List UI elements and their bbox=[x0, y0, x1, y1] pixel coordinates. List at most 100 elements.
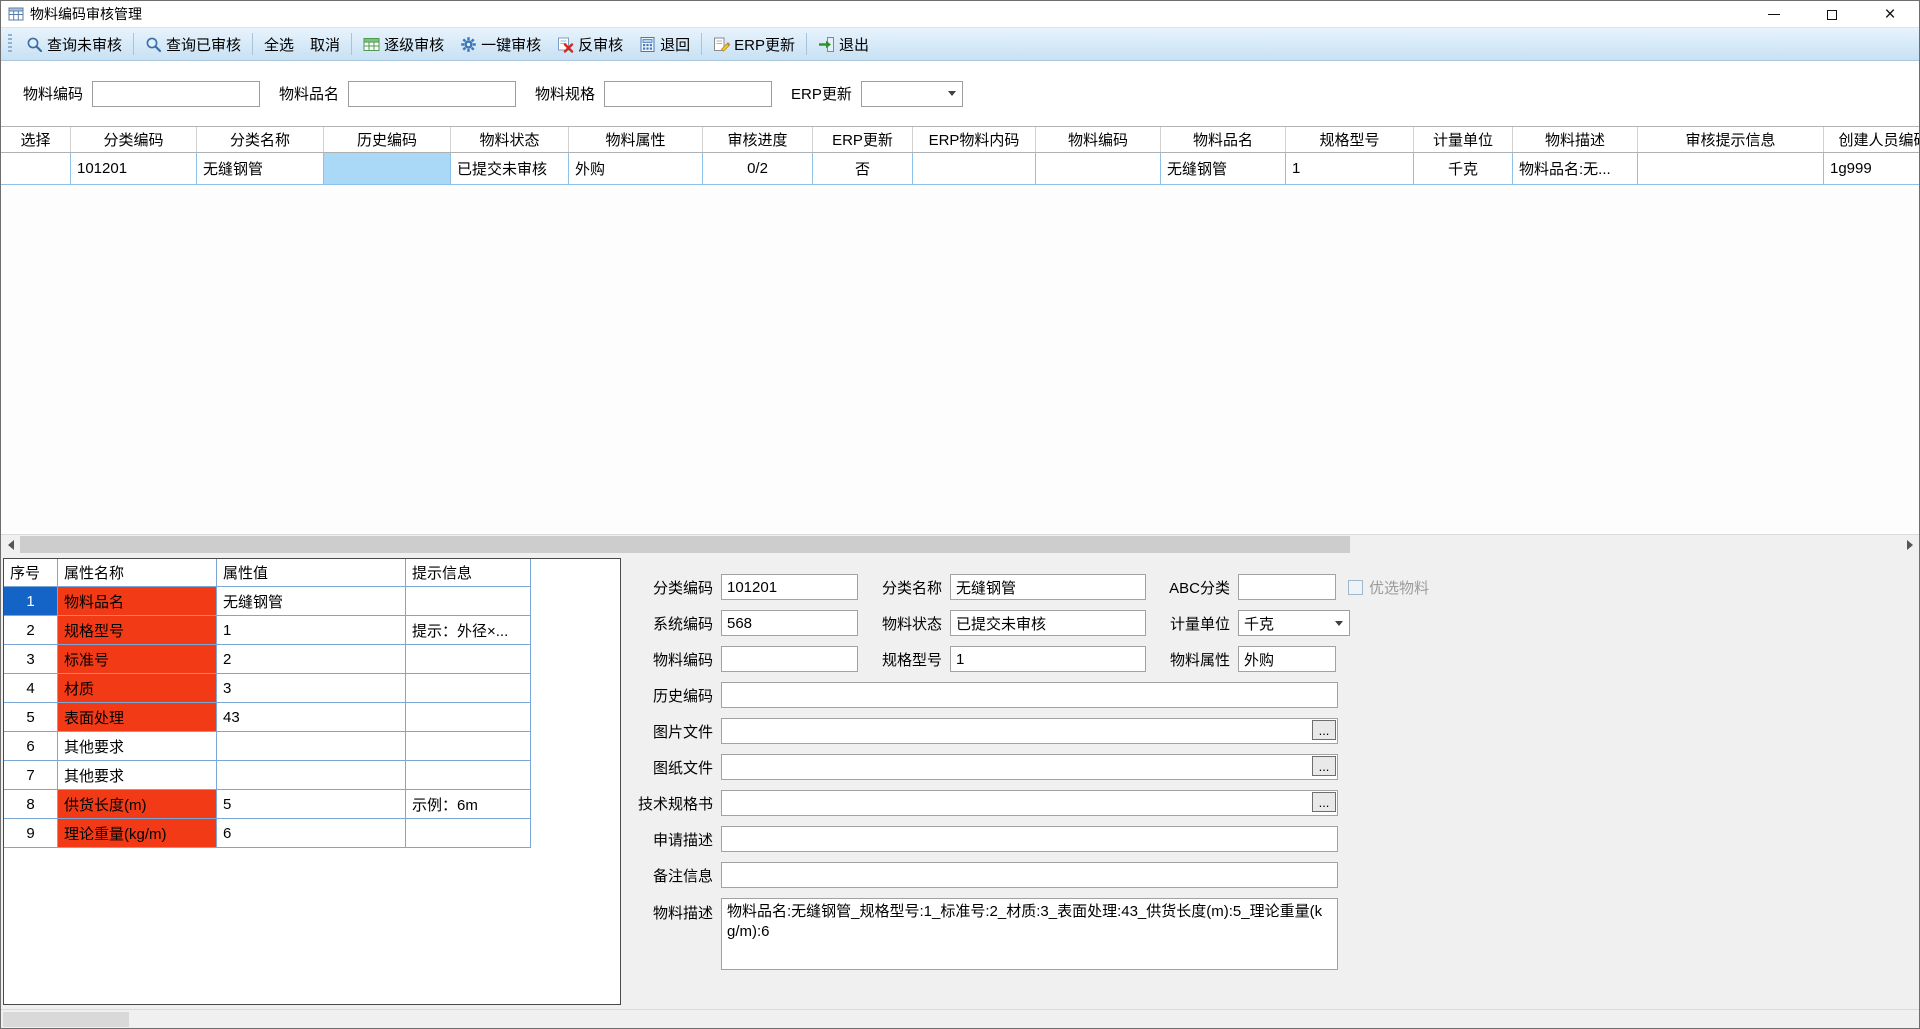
attr-hint-cell[interactable] bbox=[406, 587, 531, 616]
material-code-field[interactable] bbox=[721, 646, 858, 672]
minimize-button[interactable] bbox=[1745, 1, 1803, 28]
attr-name-cell[interactable]: 供货长度(m) bbox=[58, 790, 217, 819]
chevron-down-icon[interactable] bbox=[942, 82, 961, 105]
material-name-search-input[interactable] bbox=[348, 80, 517, 107]
grid-column-header[interactable]: 创建人员编码 bbox=[1824, 127, 1919, 152]
attr-name-cell[interactable]: 物料品名 bbox=[58, 587, 217, 616]
grid-cell[interactable]: 否 bbox=[813, 153, 913, 184]
return-button[interactable]: 退回 bbox=[631, 30, 698, 59]
grid-column-header[interactable]: 物料状态 bbox=[451, 127, 569, 152]
attr-row[interactable]: 6 其他要求 bbox=[4, 732, 620, 761]
chevron-down-icon[interactable] bbox=[1330, 612, 1348, 634]
grid-column-header[interactable]: 物料属性 bbox=[569, 127, 703, 152]
grid-column-header[interactable]: 选择 bbox=[1, 127, 71, 152]
grid-cell[interactable]: 无缝钢管 bbox=[197, 153, 324, 184]
attr-name-cell[interactable]: 标准号 bbox=[58, 645, 217, 674]
image-file-field[interactable] bbox=[721, 718, 1338, 744]
grid-column-header[interactable]: 物料描述 bbox=[1513, 127, 1638, 152]
material-spec-search-input[interactable] bbox=[604, 80, 773, 107]
attr-row-number[interactable]: 1 bbox=[4, 587, 58, 616]
unit-select[interactable]: 千克 bbox=[1238, 610, 1350, 636]
attr-value-cell[interactable]: 43 bbox=[217, 703, 406, 732]
attr-row-number[interactable]: 5 bbox=[4, 703, 58, 732]
attr-value-cell[interactable]: 1 bbox=[217, 616, 406, 645]
attr-row[interactable]: 3 标准号 2 bbox=[4, 645, 620, 674]
cancel-button[interactable]: 取消 bbox=[302, 30, 348, 59]
grid-column-header[interactable]: 历史编码 bbox=[324, 127, 451, 152]
drawing-file-browse-button[interactable]: ... bbox=[1312, 756, 1336, 776]
attr-value-cell[interactable] bbox=[217, 761, 406, 790]
grid-horizontal-scrollbar[interactable] bbox=[1, 534, 1919, 553]
attr-name-cell[interactable]: 其他要求 bbox=[58, 732, 217, 761]
grid-column-header[interactable]: 审核提示信息 bbox=[1638, 127, 1824, 152]
category-code-field[interactable] bbox=[721, 574, 858, 600]
spec-model-field[interactable] bbox=[950, 646, 1146, 672]
grid-cell[interactable] bbox=[913, 153, 1036, 184]
grid-cell[interactable]: 已提交未审核 bbox=[451, 153, 569, 184]
attr-row-number[interactable]: 7 bbox=[4, 761, 58, 790]
attr-row-number[interactable]: 2 bbox=[4, 616, 58, 645]
attr-name-cell[interactable]: 其他要求 bbox=[58, 761, 217, 790]
attr-value-cell[interactable]: 3 bbox=[217, 674, 406, 703]
grid-column-header[interactable]: 审核进度 bbox=[703, 127, 813, 152]
scroll-left-icon[interactable] bbox=[1, 535, 20, 554]
image-file-browse-button[interactable]: ... bbox=[1312, 720, 1336, 740]
attr-row[interactable]: 4 材质 3 bbox=[4, 674, 620, 703]
attr-row[interactable]: 9 理论重量(kg/m) 6 bbox=[4, 819, 620, 848]
attr-hint-cell[interactable] bbox=[406, 732, 531, 761]
select-all-button[interactable]: 全选 bbox=[256, 30, 302, 59]
stepwise-audit-button[interactable]: 逐级审核 bbox=[355, 30, 452, 59]
grid-cell[interactable] bbox=[1638, 153, 1824, 184]
grid-column-header[interactable]: ERP物料内码 bbox=[913, 127, 1036, 152]
scrollbar-thumb[interactable] bbox=[20, 536, 1350, 553]
attr-value-cell[interactable]: 5 bbox=[217, 790, 406, 819]
attr-row-number[interactable]: 3 bbox=[4, 645, 58, 674]
attr-value-cell[interactable] bbox=[217, 732, 406, 761]
attr-hint-cell[interactable]: 提示：外径×... bbox=[406, 616, 531, 645]
grid-cell[interactable]: 物料品名:无... bbox=[1513, 153, 1638, 184]
category-name-field[interactable] bbox=[950, 574, 1146, 600]
query-unaudited-button[interactable]: 查询未审核 bbox=[18, 30, 130, 59]
erp-update-select[interactable] bbox=[860, 80, 963, 107]
attr-name-cell[interactable]: 表面处理 bbox=[58, 703, 217, 732]
close-button[interactable]: × bbox=[1861, 1, 1919, 28]
grid-column-header[interactable]: 物料编码 bbox=[1036, 127, 1161, 152]
drawing-file-field[interactable] bbox=[721, 754, 1338, 780]
attr-row[interactable]: 5 表面处理 43 bbox=[4, 703, 620, 732]
grid-cell[interactable]: 千克 bbox=[1414, 153, 1513, 184]
one-click-audit-button[interactable]: 一键审核 bbox=[452, 30, 549, 59]
grid-cell[interactable]: 无缝钢管 bbox=[1161, 153, 1286, 184]
attr-hint-cell[interactable] bbox=[406, 674, 531, 703]
attr-hint-cell[interactable] bbox=[406, 703, 531, 732]
attr-row[interactable]: 7 其他要求 bbox=[4, 761, 620, 790]
query-audited-button[interactable]: 查询已审核 bbox=[137, 30, 249, 59]
grid-column-header[interactable]: 计量单位 bbox=[1414, 127, 1513, 152]
attr-row[interactable]: 1 物料品名 无缝钢管 bbox=[4, 587, 620, 616]
erp-update-button[interactable]: ERP更新 bbox=[705, 30, 803, 59]
grid-cell[interactable] bbox=[324, 153, 451, 184]
material-code-search-input[interactable] bbox=[92, 80, 261, 107]
grid-column-header[interactable]: 物料品名 bbox=[1161, 127, 1286, 152]
scroll-right-icon[interactable] bbox=[1900, 535, 1919, 554]
grid-column-header[interactable]: ERP更新 bbox=[813, 127, 913, 152]
grid-cell[interactable] bbox=[1, 153, 71, 184]
grid-column-header[interactable]: 分类名称 bbox=[197, 127, 324, 152]
system-code-field[interactable] bbox=[721, 610, 858, 636]
tech-spec-field[interactable] bbox=[721, 790, 1338, 816]
preferred-material-checkbox[interactable]: 优选物料 bbox=[1348, 577, 1429, 598]
attr-row-number[interactable]: 9 bbox=[4, 819, 58, 848]
material-attr-field[interactable] bbox=[1238, 646, 1336, 672]
remark-field[interactable] bbox=[721, 862, 1338, 888]
attr-value-cell[interactable]: 无缝钢管 bbox=[217, 587, 406, 616]
attr-hint-cell[interactable] bbox=[406, 761, 531, 790]
grid-cell[interactable]: 外购 bbox=[569, 153, 703, 184]
grid-cell[interactable]: 101201 bbox=[71, 153, 197, 184]
attr-value-cell[interactable]: 2 bbox=[217, 645, 406, 674]
grid-cell[interactable]: 1g999 bbox=[1824, 153, 1919, 184]
material-desc-field[interactable]: 物料品名:无缝钢管_规格型号:1_标准号:2_材质:3_表面处理:43_供货长度… bbox=[721, 898, 1338, 970]
apply-desc-field[interactable] bbox=[721, 826, 1338, 852]
attr-row-number[interactable]: 8 bbox=[4, 790, 58, 819]
maximize-button[interactable] bbox=[1803, 1, 1861, 28]
attr-row-number[interactable]: 4 bbox=[4, 674, 58, 703]
grid-cell[interactable]: 1 bbox=[1286, 153, 1414, 184]
